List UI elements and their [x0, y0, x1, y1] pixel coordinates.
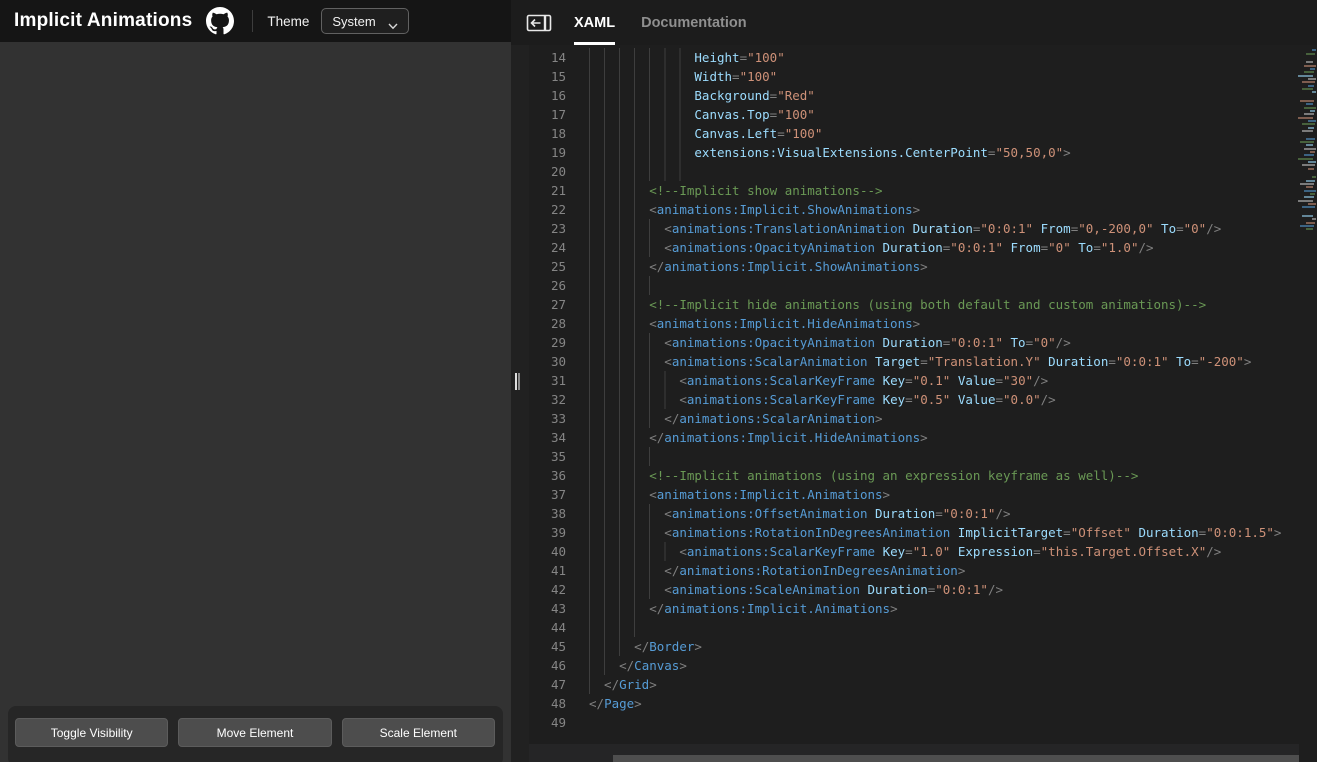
code-line: 39 <animations:RotationInDegreesAnimation… — [529, 523, 1282, 542]
code-line: 35 — [529, 447, 1281, 466]
tab-xaml[interactable]: XAML — [574, 0, 616, 45]
code-line: 41 </animations:RotationInDegreesAnimatio… — [529, 561, 1281, 580]
line-number: 21 — [550, 183, 566, 198]
line-number: 37 — [550, 487, 566, 502]
line-number: 29 — [550, 335, 566, 350]
line-number: 48 — [550, 696, 566, 711]
app-window: Implicit Animations Theme System Toggle … — [0, 0, 1317, 762]
code-line: 49 — [529, 713, 1281, 732]
code-line: 16 Background="Red" — [529, 86, 1281, 105]
line-number: 35 — [550, 449, 566, 464]
xaml-code-viewer: 14 Height="100" 15 Width="100" 16 Background=… — [511, 45, 1317, 762]
page-title: Implicit Animations — [14, 10, 193, 31]
code-tabs: XAML Documentation — [574, 0, 747, 45]
move-element-button[interactable]: Move Element — [178, 718, 332, 747]
code-line: 21 <!--Implicit show animations--> — [529, 181, 1281, 200]
code-line: 14 Height="100" — [529, 48, 1281, 67]
line-number: 43 — [550, 601, 566, 616]
code-line: 45 </Border> — [529, 637, 1281, 656]
code-line: 30 <animations:ScalarAnimation Target="Tr… — [529, 352, 1281, 371]
line-number: 22 — [550, 202, 566, 217]
line-number: 40 — [550, 544, 566, 559]
code-line: 31 <animations:ScalarKeyFrame Key="0.1" V… — [529, 371, 1281, 390]
code-line: 15 Width="100" — [529, 67, 1281, 86]
line-number: 16 — [550, 88, 566, 103]
collapse-pane-icon[interactable] — [526, 14, 552, 32]
sample-canvas-pane: Implicit Animations Theme System Toggle … — [0, 0, 511, 762]
theme-dropdown-value: System — [332, 13, 376, 29]
demo-controls-bar: Toggle Visibility Move Element Scale Ele… — [8, 706, 503, 762]
header-divider — [252, 10, 254, 32]
editor-bottom-strip — [529, 744, 1317, 762]
line-number: 33 — [550, 411, 566, 426]
code-line: 44 — [529, 618, 1281, 637]
code-line: 33 </animations:ScalarAnimation> — [529, 409, 1281, 428]
line-number: 15 — [550, 69, 566, 84]
chevron-down-icon — [388, 18, 398, 29]
code-pane-header: XAML Documentation — [511, 0, 1317, 45]
line-number: 31 — [550, 373, 566, 388]
code-pane: XAML Documentation 14 Height="100" 15 Width… — [511, 0, 1317, 762]
line-number: 34 — [550, 430, 566, 445]
pane-splitter[interactable] — [511, 45, 529, 762]
line-number: 27 — [550, 297, 566, 312]
sample-header: Implicit Animations Theme System — [0, 0, 511, 42]
line-number: 32 — [550, 392, 566, 407]
line-number: 46 — [550, 658, 566, 673]
code-line: 48 </Page> — [529, 694, 1281, 713]
line-number: 41 — [550, 563, 566, 578]
line-number: 14 — [550, 50, 566, 65]
line-number: 39 — [550, 525, 566, 540]
code-line: 27 <!--Implicit hide animations (using bo… — [529, 295, 1281, 314]
line-number: 25 — [550, 259, 566, 274]
line-number: 47 — [550, 677, 566, 692]
code-line: 17 Canvas.Top="100" — [529, 105, 1281, 124]
line-number: 24 — [550, 240, 566, 255]
code-line: 47 </Grid> — [529, 675, 1281, 694]
line-number: 17 — [550, 107, 566, 122]
tab-documentation[interactable]: Documentation — [641, 0, 747, 45]
line-number: 38 — [550, 506, 566, 521]
code-line: 38 <animations:OffsetAnimation Duration="… — [529, 504, 1281, 523]
code-line: 46 </Canvas> — [529, 656, 1281, 675]
code-line: 26 — [529, 276, 1281, 295]
line-number: 44 — [550, 620, 566, 635]
line-number: 18 — [550, 126, 566, 141]
line-number: 19 — [550, 145, 566, 160]
line-number: 49 — [550, 715, 566, 730]
code-line: 19 extensions:VisualExtensions.CenterPoin… — [529, 143, 1281, 162]
code-line: 28 <animations:Implicit.HideAnimations> — [529, 314, 1281, 333]
theme-dropdown[interactable]: System — [321, 8, 409, 34]
code-line: 34 </animations:Implicit.HideAnimations> — [529, 428, 1281, 447]
code-line: 20 — [529, 162, 1281, 181]
theme-label: Theme — [267, 13, 310, 29]
splitter-grip-icon[interactable] — [515, 373, 523, 390]
code-line: 24 <animations:OpacityAnimation Duration=… — [529, 238, 1281, 257]
code-line: 29 <animations:OpacityAnimation Duration=… — [529, 333, 1281, 352]
horizontal-scrollbar[interactable] — [613, 755, 1317, 762]
code-line: 43 </animations:Implicit.Animations> — [529, 599, 1281, 618]
code-line: 42 <animations:ScaleAnimation Duration="0… — [529, 580, 1281, 599]
line-number: 42 — [550, 582, 566, 597]
code-line: 23 <animations:TranslationAnimation Durat… — [529, 219, 1281, 238]
line-number: 45 — [550, 639, 566, 654]
code-line: 40 <animations:ScalarKeyFrame Key="1.0" E… — [529, 542, 1281, 561]
line-number: 23 — [550, 221, 566, 236]
code-lines: 14 Height="100" 15 Width="100" 16 Background=… — [529, 48, 1282, 732]
line-number: 20 — [550, 164, 566, 179]
code-line: 36 <!--Implicit animations (using an expr… — [529, 466, 1281, 485]
code-line: 22 <animations:Implicit.ShowAnimations> — [529, 200, 1281, 219]
minimap[interactable] — [1298, 45, 1317, 762]
code-line: 25 </animations:Implicit.ShowAnimations> — [529, 257, 1281, 276]
line-number: 30 — [550, 354, 566, 369]
scale-element-button[interactable]: Scale Element — [341, 718, 495, 747]
code-line: 32 <animations:ScalarKeyFrame Key="0.5" V… — [529, 390, 1281, 409]
line-number: 28 — [550, 316, 566, 331]
line-number: 26 — [550, 278, 566, 293]
code-line: 18 Canvas.Left="100" — [529, 124, 1281, 143]
line-number: 36 — [550, 468, 566, 483]
toggle-visibility-button[interactable]: Toggle Visibility — [15, 718, 169, 747]
code-line: 37 <animations:Implicit.Animations> — [529, 485, 1281, 504]
github-icon[interactable] — [206, 7, 235, 35]
